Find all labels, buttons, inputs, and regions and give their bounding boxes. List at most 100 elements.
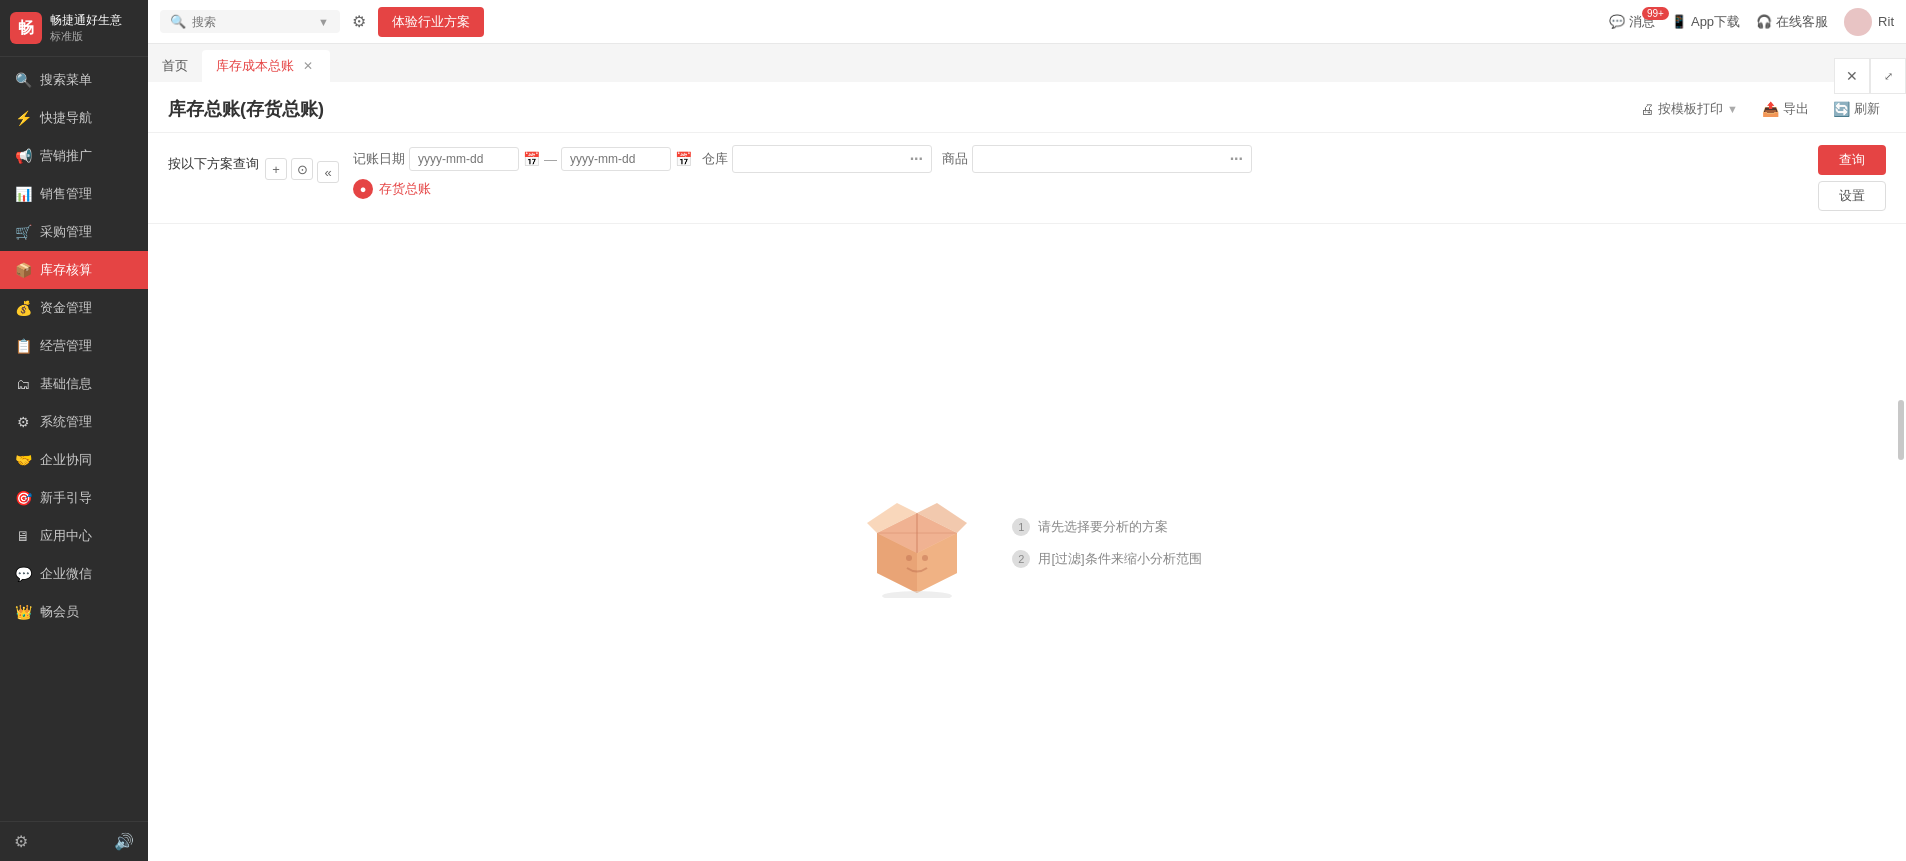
empty-hint-1: 1 请先选择要分析的方案	[1012, 518, 1201, 536]
date-start-input[interactable]	[409, 147, 519, 171]
date-end-input[interactable]	[561, 147, 671, 171]
sidebar-item-purchase[interactable]: 🛒 采购管理	[0, 213, 148, 251]
sidebar-item-basic-info[interactable]: 🗂 基础信息	[0, 365, 148, 403]
panel-close-btn[interactable]: ✕	[1834, 58, 1870, 94]
marketing-icon: 📢	[14, 147, 32, 165]
print-btn[interactable]: 🖨 按模板打印 ▼	[1634, 96, 1744, 122]
scheme-tag: ● 存货总账	[353, 173, 1808, 199]
sidebar-item-label: 企业协同	[40, 451, 92, 469]
user-name: Rit	[1878, 14, 1894, 29]
avatar	[1844, 8, 1872, 36]
quick-nav-icon: ⚡	[14, 109, 32, 127]
industry-btn[interactable]: 体验行业方案	[378, 7, 484, 37]
sidebar-item-label: 资金管理	[40, 299, 92, 317]
sidebar-item-quick-nav[interactable]: ⚡ 快捷导航	[0, 99, 148, 137]
sales-icon: 📊	[14, 185, 32, 203]
settings-footer-icon[interactable]: ⚙	[14, 832, 28, 851]
sidebar-item-finance[interactable]: 💰 资金管理	[0, 289, 148, 327]
gear-icon[interactable]: ⚙	[348, 8, 370, 35]
sidebar: 畅 畅捷通好生意 标准版 🔍 搜索菜单 ⚡ 快捷导航 📢 营销推广 📊 销售管理…	[0, 0, 148, 861]
message-btn[interactable]: 💬 消息 99+	[1609, 13, 1655, 31]
filter-add-btn[interactable]: +	[265, 158, 287, 180]
refresh-label: 刷新	[1854, 100, 1880, 118]
sidebar-item-sys[interactable]: ⚙ 系统管理	[0, 403, 148, 441]
sidebar-item-label: 应用中心	[40, 527, 92, 545]
setting-btn[interactable]: 设置	[1818, 181, 1886, 211]
app-center-icon: 🖥	[14, 527, 32, 545]
panel-resize-btn[interactable]: ⤢	[1870, 58, 1906, 94]
warehouse-select[interactable]: ···	[732, 145, 932, 173]
sidebar-item-inventory[interactable]: 📦 库存核算	[0, 251, 148, 289]
app-download-btn[interactable]: 📱 App下载	[1671, 13, 1740, 31]
calendar-start-icon[interactable]: 📅	[523, 151, 540, 167]
product-more-icon[interactable]: ···	[1230, 150, 1243, 168]
search-box[interactable]: 🔍 ▼	[160, 10, 340, 33]
wechat-icon: 💬	[14, 565, 32, 583]
product-select[interactable]: ···	[972, 145, 1252, 173]
service-btn[interactable]: 🎧 在线客服	[1756, 13, 1828, 31]
message-icon: 💬	[1609, 14, 1625, 29]
query-btn[interactable]: 查询	[1818, 145, 1886, 175]
search-dropdown-arrow[interactable]: ▼	[318, 16, 329, 28]
tabbar: 首页 库存成本总账 ✕	[148, 44, 1906, 82]
sidebar-item-vip[interactable]: 👑 畅会员	[0, 593, 148, 631]
tab-close-icon[interactable]: ✕	[300, 58, 316, 74]
topbar-right: 💬 消息 99+ 📱 App下载 🎧 在线客服 Rit	[1609, 8, 1894, 36]
export-label: 导出	[1783, 100, 1809, 118]
date-filter-label: 记账日期	[353, 150, 405, 168]
service-icon: 🎧	[1756, 14, 1772, 29]
sidebar-item-label: 搜索菜单	[40, 71, 92, 89]
tab-home-label: 首页	[162, 57, 188, 75]
filter-settings-btn[interactable]: ⊙	[291, 158, 313, 180]
hint-num-2: 2	[1012, 550, 1030, 568]
sidebar-item-marketing[interactable]: 📢 营销推广	[0, 137, 148, 175]
sidebar-item-label: 企业微信	[40, 565, 92, 583]
sidebar-item-enterprise-coop[interactable]: 🤝 企业协同	[0, 441, 148, 479]
sidebar-item-label: 采购管理	[40, 223, 92, 241]
tab-home[interactable]: 首页	[148, 50, 202, 82]
sidebar-item-new-guide[interactable]: 🎯 新手引导	[0, 479, 148, 517]
search-input[interactable]	[192, 15, 312, 29]
sidebar-item-label: 畅会员	[40, 603, 79, 621]
page-area: 库存总账(存货总账) 🖨 按模板打印 ▼ 📤 导出 🔄 刷新	[148, 82, 1906, 861]
sidebar-item-label: 基础信息	[40, 375, 92, 393]
user-info[interactable]: Rit	[1844, 8, 1894, 36]
refresh-btn[interactable]: 🔄 刷新	[1827, 96, 1886, 122]
search-menu-icon: 🔍	[14, 71, 32, 89]
sidebar-item-label: 库存核算	[40, 261, 92, 279]
sidebar-item-label: 新手引导	[40, 489, 92, 507]
sidebar-item-label: 销售管理	[40, 185, 92, 203]
filter-group-product: 商品 ···	[942, 145, 1252, 173]
scheme-label: 存货总账	[379, 180, 431, 198]
export-btn[interactable]: 📤 导出	[1756, 96, 1815, 122]
filter-body: 记账日期 📅 — 📅 仓库 ···	[353, 145, 1808, 199]
logo-icon: 畅	[10, 12, 42, 44]
filter-row-1: 记账日期 📅 — 📅 仓库 ···	[353, 145, 1808, 173]
sidebar-item-search-menu[interactable]: 🔍 搜索菜单	[0, 61, 148, 99]
tab-inventory-ledger[interactable]: 库存成本总账 ✕	[202, 50, 330, 82]
filter-group-date: 记账日期 📅 — 📅	[353, 147, 692, 171]
basic-info-icon: 🗂	[14, 375, 32, 393]
sidebar-item-sales[interactable]: 📊 销售管理	[0, 175, 148, 213]
app-label: App下载	[1691, 13, 1740, 31]
panel-controls: ✕ ⤢	[1834, 58, 1906, 94]
sound-footer-icon[interactable]: 🔊	[114, 832, 134, 851]
empty-hint-2: 2 用[过滤]条件来缩小分析范围	[1012, 550, 1201, 568]
sidebar-item-wechat[interactable]: 💬 企业微信	[0, 555, 148, 593]
tab-inventory-ledger-label: 库存成本总账	[216, 57, 294, 75]
enterprise-coop-icon: 🤝	[14, 451, 32, 469]
calendar-end-icon[interactable]: 📅	[675, 151, 692, 167]
sidebar-item-ops[interactable]: 📋 经营管理	[0, 327, 148, 365]
date-separator: —	[544, 152, 557, 167]
empty-hints: 1 请先选择要分析的方案 2 用[过滤]条件来缩小分析范围	[1012, 518, 1201, 568]
filter-collapse-btn[interactable]: «	[317, 161, 339, 183]
hint-num-1: 1	[1012, 518, 1030, 536]
main-scrollbar[interactable]	[1898, 400, 1904, 460]
message-badge: 99+	[1642, 7, 1669, 20]
warehouse-more-icon[interactable]: ···	[910, 150, 923, 168]
sidebar-item-label: 经营管理	[40, 337, 92, 355]
sidebar-item-app-center[interactable]: 🖥 应用中心	[0, 517, 148, 555]
purchase-icon: 🛒	[14, 223, 32, 241]
topbar: 🔍 ▼ ⚙ 体验行业方案 💬 消息 99+ 📱 App下载 🎧 在线客服 R	[148, 0, 1906, 44]
print-dropdown-icon[interactable]: ▼	[1727, 103, 1738, 115]
